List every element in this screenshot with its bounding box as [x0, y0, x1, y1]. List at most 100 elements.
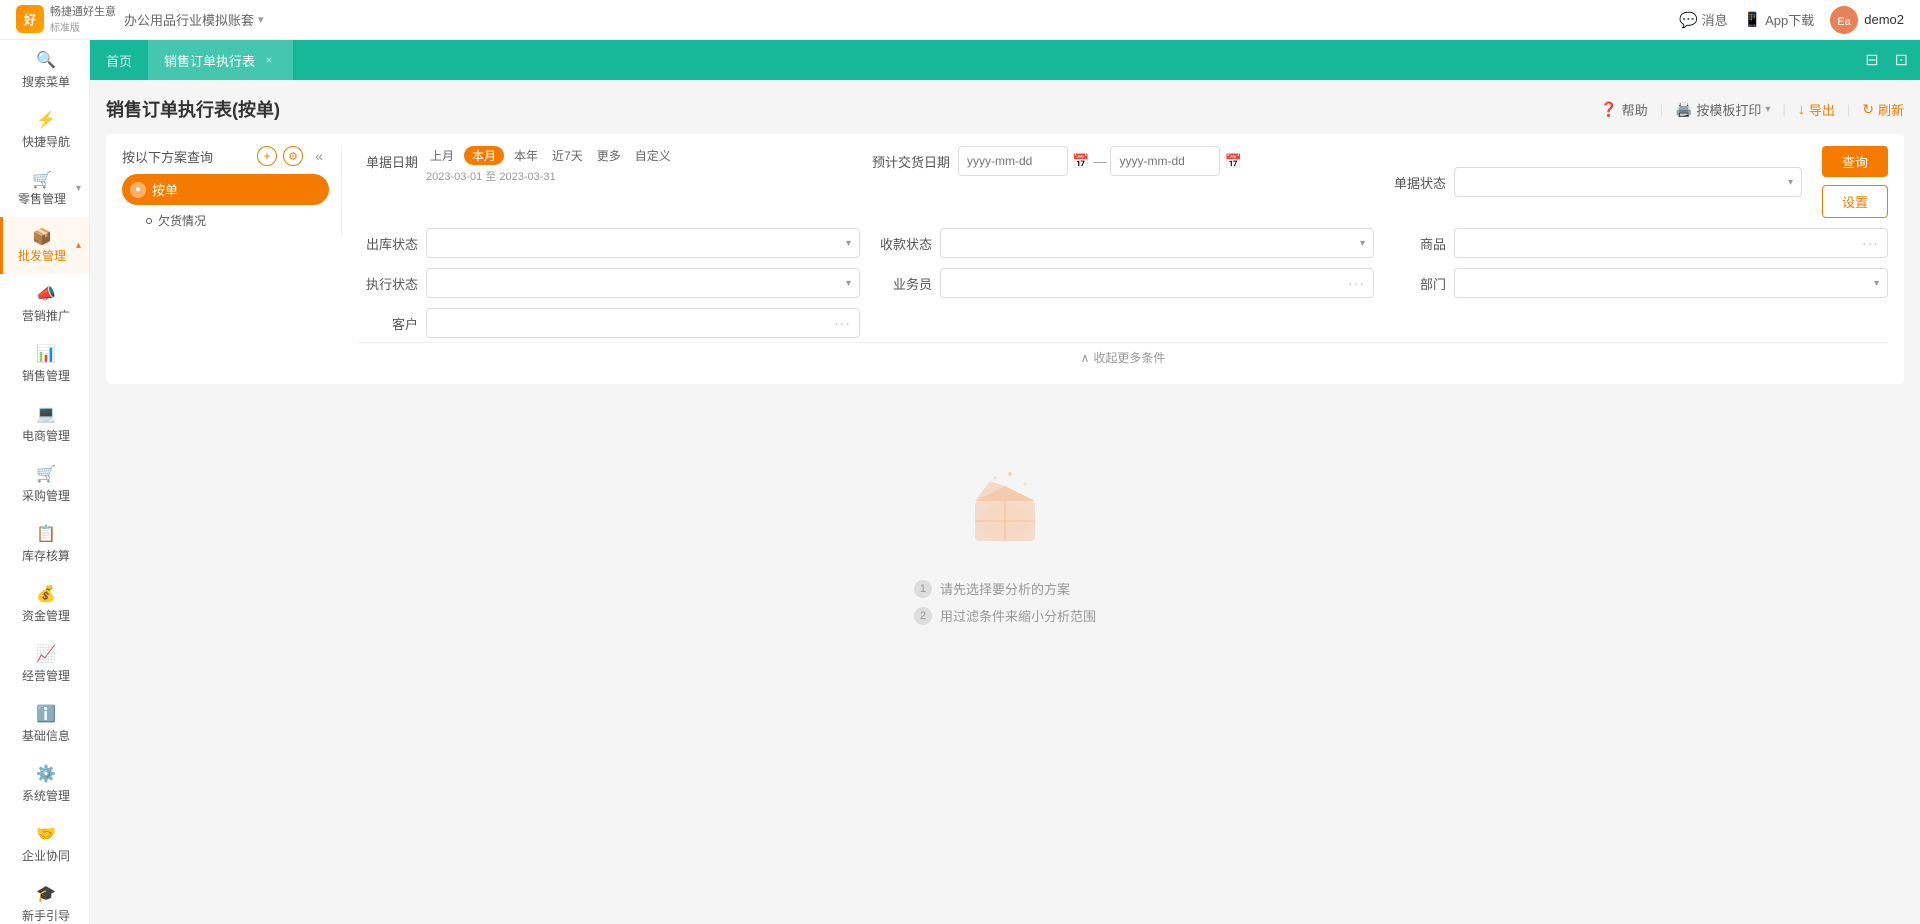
- sidebar-item-purchase[interactable]: 🛒 采购管理: [0, 454, 89, 514]
- breadcrumb-text: 办公用品行业模拟账套: [124, 10, 254, 29]
- sidebar-item-newbie[interactable]: 🎓 新手引导: [0, 874, 89, 924]
- filter-form: 单据日期 上月 本月 本年 近7天 更多 自定义: [342, 146, 1888, 372]
- print-icon: 🖨️: [1675, 101, 1692, 118]
- status-select-arrow-icon: ▾: [1788, 177, 1793, 188]
- top-bar-right: 💬 消息 📱 App下载 Ea demo2: [1679, 6, 1904, 34]
- logo-subtext: 标准版: [50, 19, 116, 34]
- empty-step-1-text: 请先选择要分析的方案: [940, 579, 1070, 598]
- divider1: |: [1660, 102, 1663, 117]
- scheme-item-label-byorder: 按单: [152, 180, 178, 199]
- search-button[interactable]: 查询: [1822, 146, 1888, 177]
- tab-home[interactable]: 首页: [90, 40, 148, 80]
- scheme-add-btn[interactable]: +: [257, 146, 277, 166]
- salesman-label: 业务员: [872, 274, 932, 293]
- breadcrumb[interactable]: 办公用品行业模拟账套 ▾: [124, 10, 264, 29]
- date-tab-custom[interactable]: 自定义: [631, 146, 675, 165]
- empty-state: 1 请先选择要分析的方案 2 用过滤条件来缩小分析范围: [106, 396, 1904, 685]
- tab-bar: 首页 销售订单执行表 × ⊟ ⊡: [90, 40, 1920, 80]
- scheme-collapse-btn[interactable]: «: [309, 146, 329, 166]
- date-tab-thisyear[interactable]: 本年: [510, 146, 542, 165]
- page-title: 销售订单执行表(按单): [106, 96, 280, 122]
- scheme-item-byorder[interactable]: ● 按单: [122, 174, 329, 205]
- print-arrow-icon: ▾: [1765, 104, 1770, 115]
- dept-select-wrapper: ▾: [1454, 268, 1888, 298]
- status-select[interactable]: ▾: [1454, 167, 1802, 197]
- print-btn[interactable]: 🖨️ 按模板打印 ▾: [1675, 100, 1770, 119]
- salesman-input[interactable]: ···: [940, 268, 1374, 298]
- refresh-btn[interactable]: ↻ 刷新: [1862, 100, 1904, 119]
- help-icon: ❓: [1600, 101, 1617, 118]
- scheme-settings-btn[interactable]: ⚙: [283, 146, 303, 166]
- filter-field-exec-status: 执行状态 ▾: [358, 268, 860, 298]
- tab-maximize-btn[interactable]: ⊡: [1891, 46, 1912, 74]
- content-area: 首页 销售订单执行表 × ⊟ ⊡ 销售订单执行表(按单) ❓ 帮助: [90, 40, 1920, 924]
- settings-button[interactable]: 设置: [1822, 185, 1888, 218]
- export-btn[interactable]: ↓ 导出: [1798, 100, 1835, 119]
- date-tab-7days[interactable]: 近7天: [548, 146, 587, 165]
- sidebar-item-search[interactable]: 🔍 搜索菜单: [0, 40, 89, 100]
- sidebar-item-system[interactable]: ⚙️ 系统管理: [0, 754, 89, 814]
- sidebar-item-retail[interactable]: 🛒 零售管理 ▾: [0, 160, 89, 217]
- refresh-icon: ↻: [1862, 101, 1874, 118]
- logo-icon: 好: [16, 5, 44, 33]
- user-avatar: Ea: [1830, 6, 1858, 34]
- action-btn-group: 查询 设置: [1822, 146, 1888, 218]
- outbound-select[interactable]: ▾: [426, 228, 860, 258]
- status-label: 单据状态: [1386, 173, 1446, 192]
- sidebar-label-newbie: 新手引导: [22, 907, 70, 924]
- search-menu-icon: 🔍: [36, 50, 56, 70]
- filter-scheme-left: 按以下方案查询 + ⚙ « ● 按单: [122, 146, 342, 236]
- payment-select[interactable]: ▾: [940, 228, 1374, 258]
- date-tab-thismonth[interactable]: 本月: [464, 146, 504, 165]
- scheme-sub-item-shortage[interactable]: 欠货情况: [122, 207, 329, 234]
- tab-minimize-btn[interactable]: ⊟: [1861, 46, 1882, 74]
- help-btn[interactable]: ❓ 帮助: [1600, 100, 1647, 119]
- dept-arrow-icon: ▾: [1874, 278, 1879, 289]
- sidebar-item-basic-info[interactable]: ℹ️ 基础信息: [0, 694, 89, 754]
- inventory-icon: 📋: [36, 524, 56, 544]
- wholesale-arrow-icon: ▴: [76, 240, 81, 251]
- sidebar-item-operations[interactable]: 📈 经营管理: [0, 634, 89, 694]
- sidebar-label-sales: 销售管理: [22, 367, 70, 384]
- exec-status-select[interactable]: ▾: [426, 268, 860, 298]
- filter-panel: 按以下方案查询 + ⚙ « ● 按单: [106, 134, 1904, 384]
- expected-date-label: 预计交货日期: [872, 152, 950, 171]
- tab-bar-actions: ⊟ ⊡: [1861, 46, 1920, 74]
- tab-sales-order[interactable]: 销售订单执行表 ×: [148, 40, 293, 80]
- date-calendar-icon-1[interactable]: 📅: [1072, 153, 1089, 170]
- page-content: 销售订单执行表(按单) ❓ 帮助 | 🖨️ 按模板打印 ▾ | ↓: [90, 80, 1920, 924]
- retail-icon: 🛒: [32, 170, 52, 190]
- filter-row-2: 出库状态 ▾ 收款状态: [358, 228, 1888, 258]
- date-tab-lastmonth[interactable]: 上月: [426, 146, 458, 165]
- product-dots-icon: ···: [1862, 235, 1879, 251]
- expected-date-end-input[interactable]: [1110, 146, 1220, 176]
- retail-inner: 🛒 零售管理: [11, 170, 73, 207]
- refresh-label: 刷新: [1878, 100, 1904, 119]
- customer-input[interactable]: ···: [426, 308, 860, 338]
- filter-row-1: 单据日期 上月 本月 本年 近7天 更多 自定义: [358, 146, 1888, 218]
- sidebar-item-wholesale[interactable]: 📦 批发管理 ▴: [0, 217, 89, 274]
- sidebar-item-collab[interactable]: 🤝 企业协同: [0, 814, 89, 874]
- collapse-icon: ∧: [1081, 351, 1090, 365]
- sidebar-item-quicknav[interactable]: ⚡ 快捷导航: [0, 100, 89, 160]
- sidebar-item-finance[interactable]: 💰 资金管理: [0, 574, 89, 634]
- sidebar-item-sales[interactable]: 📊 销售管理: [0, 334, 89, 394]
- empty-step-1: 1 请先选择要分析的方案: [914, 579, 1096, 598]
- sidebar-item-marketing[interactable]: 📣 营销推广: [0, 274, 89, 334]
- date-tab-more[interactable]: 更多: [593, 146, 625, 165]
- message-action[interactable]: 💬 消息: [1679, 10, 1728, 29]
- breadcrumb-arrow-icon: ▾: [258, 13, 264, 26]
- tab-close-icon[interactable]: ×: [261, 52, 277, 68]
- expected-date-start-input[interactable]: [958, 146, 1068, 176]
- empty-svg: [955, 456, 1055, 556]
- sidebar-item-inventory[interactable]: 📋 库存核算: [0, 514, 89, 574]
- filter-collapse-btn[interactable]: ∧ 收起更多条件: [358, 342, 1888, 372]
- exec-status-label: 执行状态: [358, 274, 418, 293]
- sidebar-item-ecommerce[interactable]: 💻 电商管理: [0, 394, 89, 454]
- dept-select[interactable]: ▾: [1454, 268, 1888, 298]
- user-profile[interactable]: Ea demo2: [1830, 6, 1904, 34]
- date-calendar-icon-2[interactable]: 📅: [1224, 153, 1241, 170]
- app-download-action[interactable]: 📱 App下载: [1744, 10, 1815, 29]
- product-input[interactable]: ···: [1454, 228, 1888, 258]
- sidebar-label-system: 系统管理: [22, 787, 70, 804]
